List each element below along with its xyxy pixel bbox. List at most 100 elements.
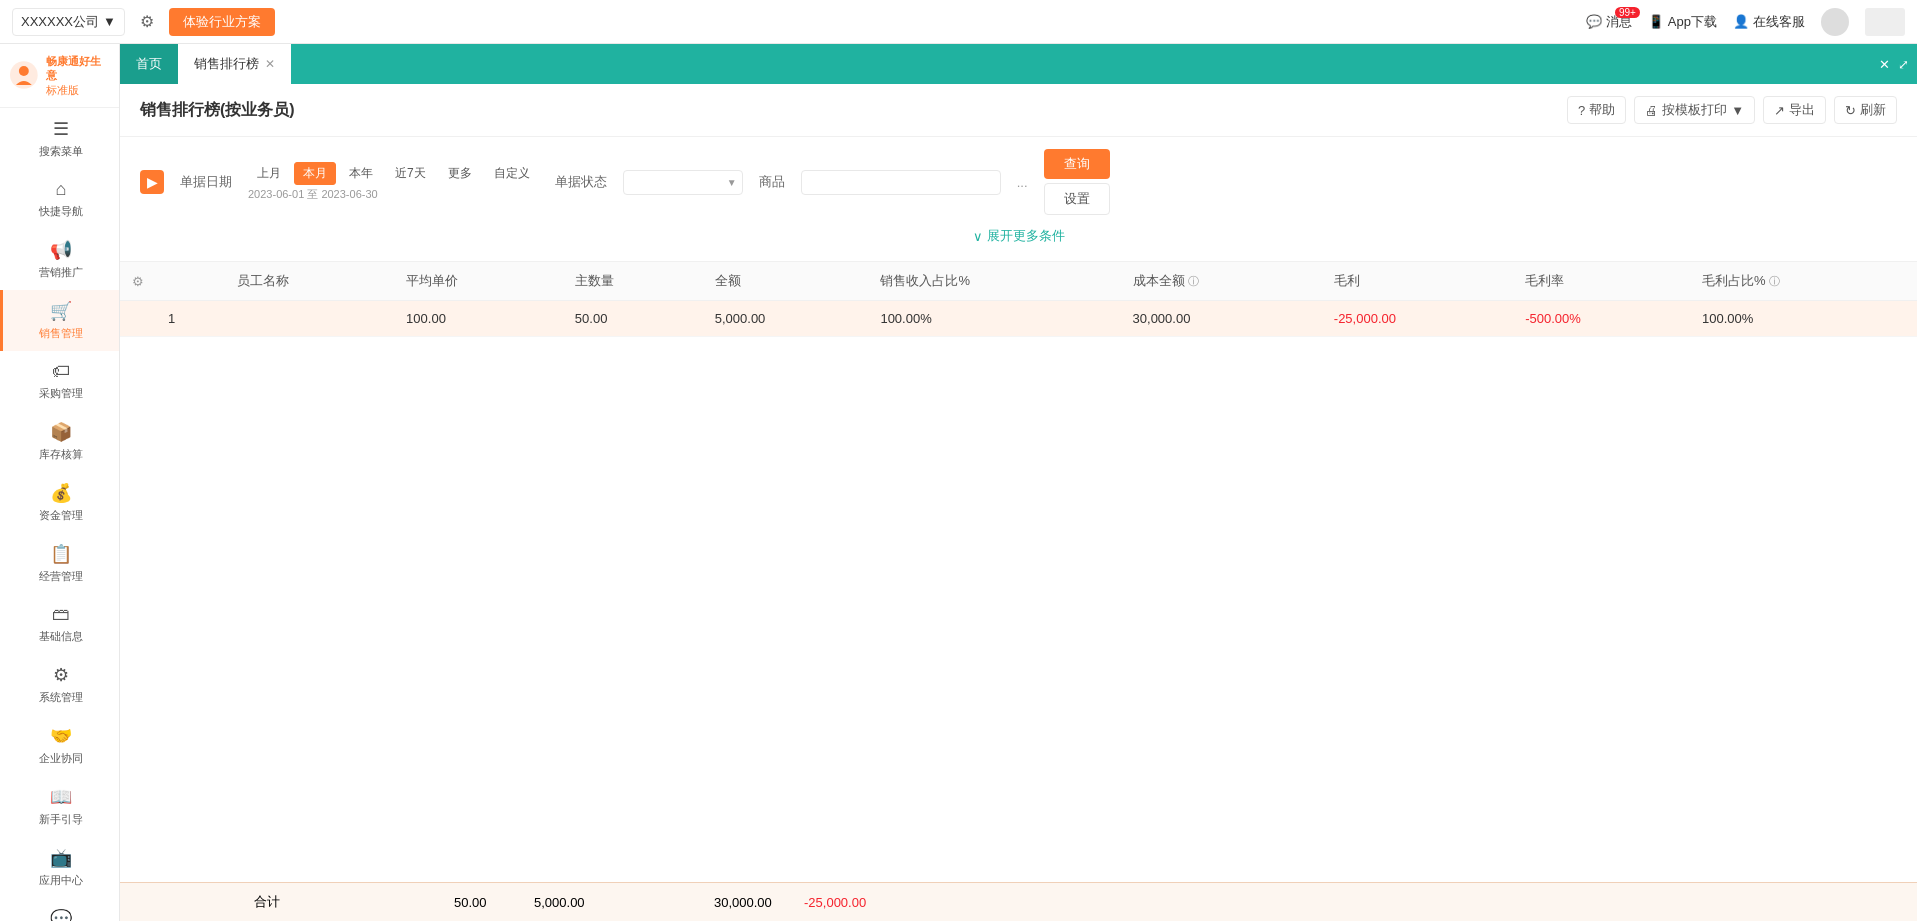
- user-name-area: [1865, 8, 1905, 36]
- window-close-icon[interactable]: ✕: [1879, 57, 1890, 72]
- cost-info-icon[interactable]: ⓘ: [1188, 275, 1199, 287]
- help-icon: ?: [1578, 103, 1585, 118]
- export-button[interactable]: ↗ 导出: [1763, 96, 1826, 124]
- app-icon: 📱: [1648, 14, 1664, 29]
- sidebar-item-search-order[interactable]: ☰ 搜索菜单: [0, 108, 119, 169]
- sidebar-item-system[interactable]: ⚙ 系统管理: [0, 654, 119, 715]
- tab-close-icon[interactable]: ✕: [265, 57, 275, 71]
- cell-amount: 5,000.00: [703, 301, 869, 337]
- expand-label: 展开更多条件: [987, 227, 1065, 245]
- date-label: 单据日期: [180, 173, 232, 191]
- more-filters-icon[interactable]: ...: [1017, 175, 1028, 190]
- sidebar: 畅康通好生意 标准版 ☰ 搜索菜单 ⌂ 快捷导航 📢 营销推广 🛒 销售管理 🏷…: [0, 44, 120, 921]
- sidebar-item-guide[interactable]: 📖 新手引导: [0, 776, 119, 837]
- refresh-icon: ↻: [1845, 103, 1856, 118]
- sidebar-item-quick-nav[interactable]: ⌂ 快捷导航: [0, 169, 119, 229]
- sidebar-label-app-center: 应用中心: [39, 873, 83, 888]
- sidebar-label-quick-nav: 快捷导航: [39, 204, 83, 219]
- query-button[interactable]: 查询: [1044, 149, 1110, 179]
- status-select[interactable]: [623, 170, 743, 195]
- table-header: ⚙ 员工名称 平均单价 主数量 全额 销售收入占比% 成本全额 ⓘ: [120, 262, 1917, 301]
- message-button[interactable]: 💬 消息 99+: [1586, 13, 1632, 31]
- table-wrapper: ⚙ 员工名称 平均单价 主数量 全额 销售收入占比% 成本全额 ⓘ: [120, 262, 1917, 882]
- th-settings[interactable]: ⚙: [120, 262, 156, 301]
- tab-bar: 首页 销售排行榜 ✕ ✕ ⤢: [120, 44, 1917, 84]
- tab-sales-ranking[interactable]: 销售排行榜 ✕: [178, 44, 291, 84]
- date-btn-more[interactable]: 更多: [439, 162, 481, 185]
- expand-chevron-icon: ∨: [973, 229, 983, 244]
- table-footer: 合计 50.00 5,000.00 30,000.00 -25,000.00: [120, 882, 1917, 921]
- message-icon: 💬: [1586, 14, 1602, 29]
- window-expand-icon[interactable]: ⤢: [1898, 57, 1909, 72]
- th-amount: 全额: [703, 262, 869, 301]
- footer-employee: 合计: [242, 893, 362, 911]
- date-btn-prev-month[interactable]: 上月: [248, 162, 290, 185]
- app-download-button[interactable]: 📱 App下载: [1648, 13, 1717, 31]
- filter-toggle-button[interactable]: ▶: [140, 170, 164, 194]
- main-layout: 畅康通好生意 标准版 ☰ 搜索菜单 ⌂ 快捷导航 📢 营销推广 🛒 销售管理 🏷…: [0, 44, 1917, 921]
- data-table: ⚙ 员工名称 平均单价 主数量 全额 销售收入占比% 成本全额 ⓘ: [120, 262, 1917, 337]
- message-badge: 99+: [1615, 7, 1640, 18]
- purchase-icon: 🏷: [52, 361, 70, 382]
- sidebar-label-search-order: 搜索菜单: [39, 144, 83, 159]
- th-avg-price: 平均单价: [394, 262, 563, 301]
- cell-settings: [120, 301, 156, 337]
- refresh-button[interactable]: ↻ 刷新: [1834, 96, 1897, 124]
- online-service-button[interactable]: 👤 在线客服: [1733, 13, 1805, 31]
- table-settings-button[interactable]: 设置: [1044, 183, 1110, 215]
- sidebar-label-marketing: 营销推广: [39, 265, 83, 280]
- sidebar-item-finance[interactable]: 💰 资金管理: [0, 472, 119, 533]
- sidebar-item-sales[interactable]: 🛒 销售管理: [0, 290, 119, 351]
- gross-pct-info-icon[interactable]: ⓘ: [1769, 275, 1780, 287]
- goods-input[interactable]: [801, 170, 1001, 195]
- settings-icon[interactable]: ⚙: [133, 8, 161, 36]
- th-rank: [156, 262, 225, 301]
- tab-active-label: 销售排行榜: [194, 55, 259, 73]
- trial-button[interactable]: 体验行业方案: [169, 8, 275, 36]
- print-chevron-icon: ▼: [1731, 103, 1744, 118]
- date-btn-custom[interactable]: 自定义: [485, 162, 539, 185]
- search-order-icon: ☰: [53, 118, 69, 140]
- th-employee: 员工名称: [225, 262, 394, 301]
- action-buttons: 查询 设置: [1044, 149, 1110, 215]
- help-button[interactable]: ? 帮助: [1567, 96, 1626, 124]
- table-row[interactable]: 1 100.00 50.00 5,000.00 100.00% 30,000.0…: [120, 301, 1917, 337]
- cell-qty: 50.00: [563, 301, 703, 337]
- tab-window-actions: ✕ ⤢: [1879, 57, 1917, 72]
- date-btn-7days[interactable]: 近7天: [386, 162, 435, 185]
- footer-qty: 50.00: [442, 895, 522, 910]
- print-icon: 🖨: [1645, 103, 1658, 118]
- content-area: 首页 销售排行榜 ✕ ✕ ⤢ 销售排行榜(按业务员) ? 帮助: [120, 44, 1917, 921]
- th-gross: 毛利: [1322, 262, 1513, 301]
- sidebar-label-purchase: 采购管理: [39, 386, 83, 401]
- logo-icon: [8, 59, 40, 91]
- company-selector[interactable]: XXXXXX公司 ▼: [12, 8, 125, 36]
- sidebar-item-inventory[interactable]: 📦 库存核算: [0, 411, 119, 472]
- footer-gross: -25,000.00: [792, 895, 892, 910]
- sidebar-item-purchase[interactable]: 🏷 采购管理: [0, 351, 119, 411]
- date-buttons: 上月 本月 本年 近7天 更多 自定义: [248, 162, 539, 185]
- date-range-text: 2023-06-01 至 2023-06-30: [248, 187, 539, 202]
- service-icon: 👤: [1733, 14, 1749, 29]
- sidebar-item-app-center[interactable]: 📺 应用中心: [0, 837, 119, 898]
- tab-home[interactable]: 首页: [120, 44, 178, 84]
- app-center-icon: 📺: [50, 847, 72, 869]
- app-label: App下载: [1668, 13, 1717, 31]
- date-btn-this-month[interactable]: 本月: [294, 162, 336, 185]
- filter-area: ▶ 单据日期 上月 本月 本年 近7天 更多 自定义 2023-06-01 至 …: [120, 137, 1917, 262]
- avatar[interactable]: [1821, 8, 1849, 36]
- sidebar-item-operation[interactable]: 📋 经营管理: [0, 533, 119, 594]
- sidebar-item-base-info[interactable]: 🗃 基础信息: [0, 594, 119, 654]
- expand-conditions-button[interactable]: ∨ 展开更多条件: [965, 223, 1073, 249]
- sidebar-item-enterprise-collab[interactable]: 🤝 企业协同: [0, 715, 119, 776]
- page-title: 销售排行榜(按业务员): [140, 100, 295, 121]
- cell-gross-pct: 100.00%: [1690, 301, 1917, 337]
- sidebar-item-marketing[interactable]: 📢 营销推广: [0, 229, 119, 290]
- column-settings-icon[interactable]: ⚙: [132, 274, 144, 289]
- print-button[interactable]: 🖨 按模板打印 ▼: [1634, 96, 1755, 124]
- th-cost: 成本全额 ⓘ: [1121, 262, 1322, 301]
- date-btn-this-year[interactable]: 本年: [340, 162, 382, 185]
- filter-row-main: ▶ 单据日期 上月 本月 本年 近7天 更多 自定义 2023-06-01 至 …: [140, 149, 1897, 215]
- sidebar-logo: 畅康通好生意 标准版: [0, 44, 119, 108]
- sidebar-item-enterprise-wechat[interactable]: 💬 企业微信: [0, 898, 119, 921]
